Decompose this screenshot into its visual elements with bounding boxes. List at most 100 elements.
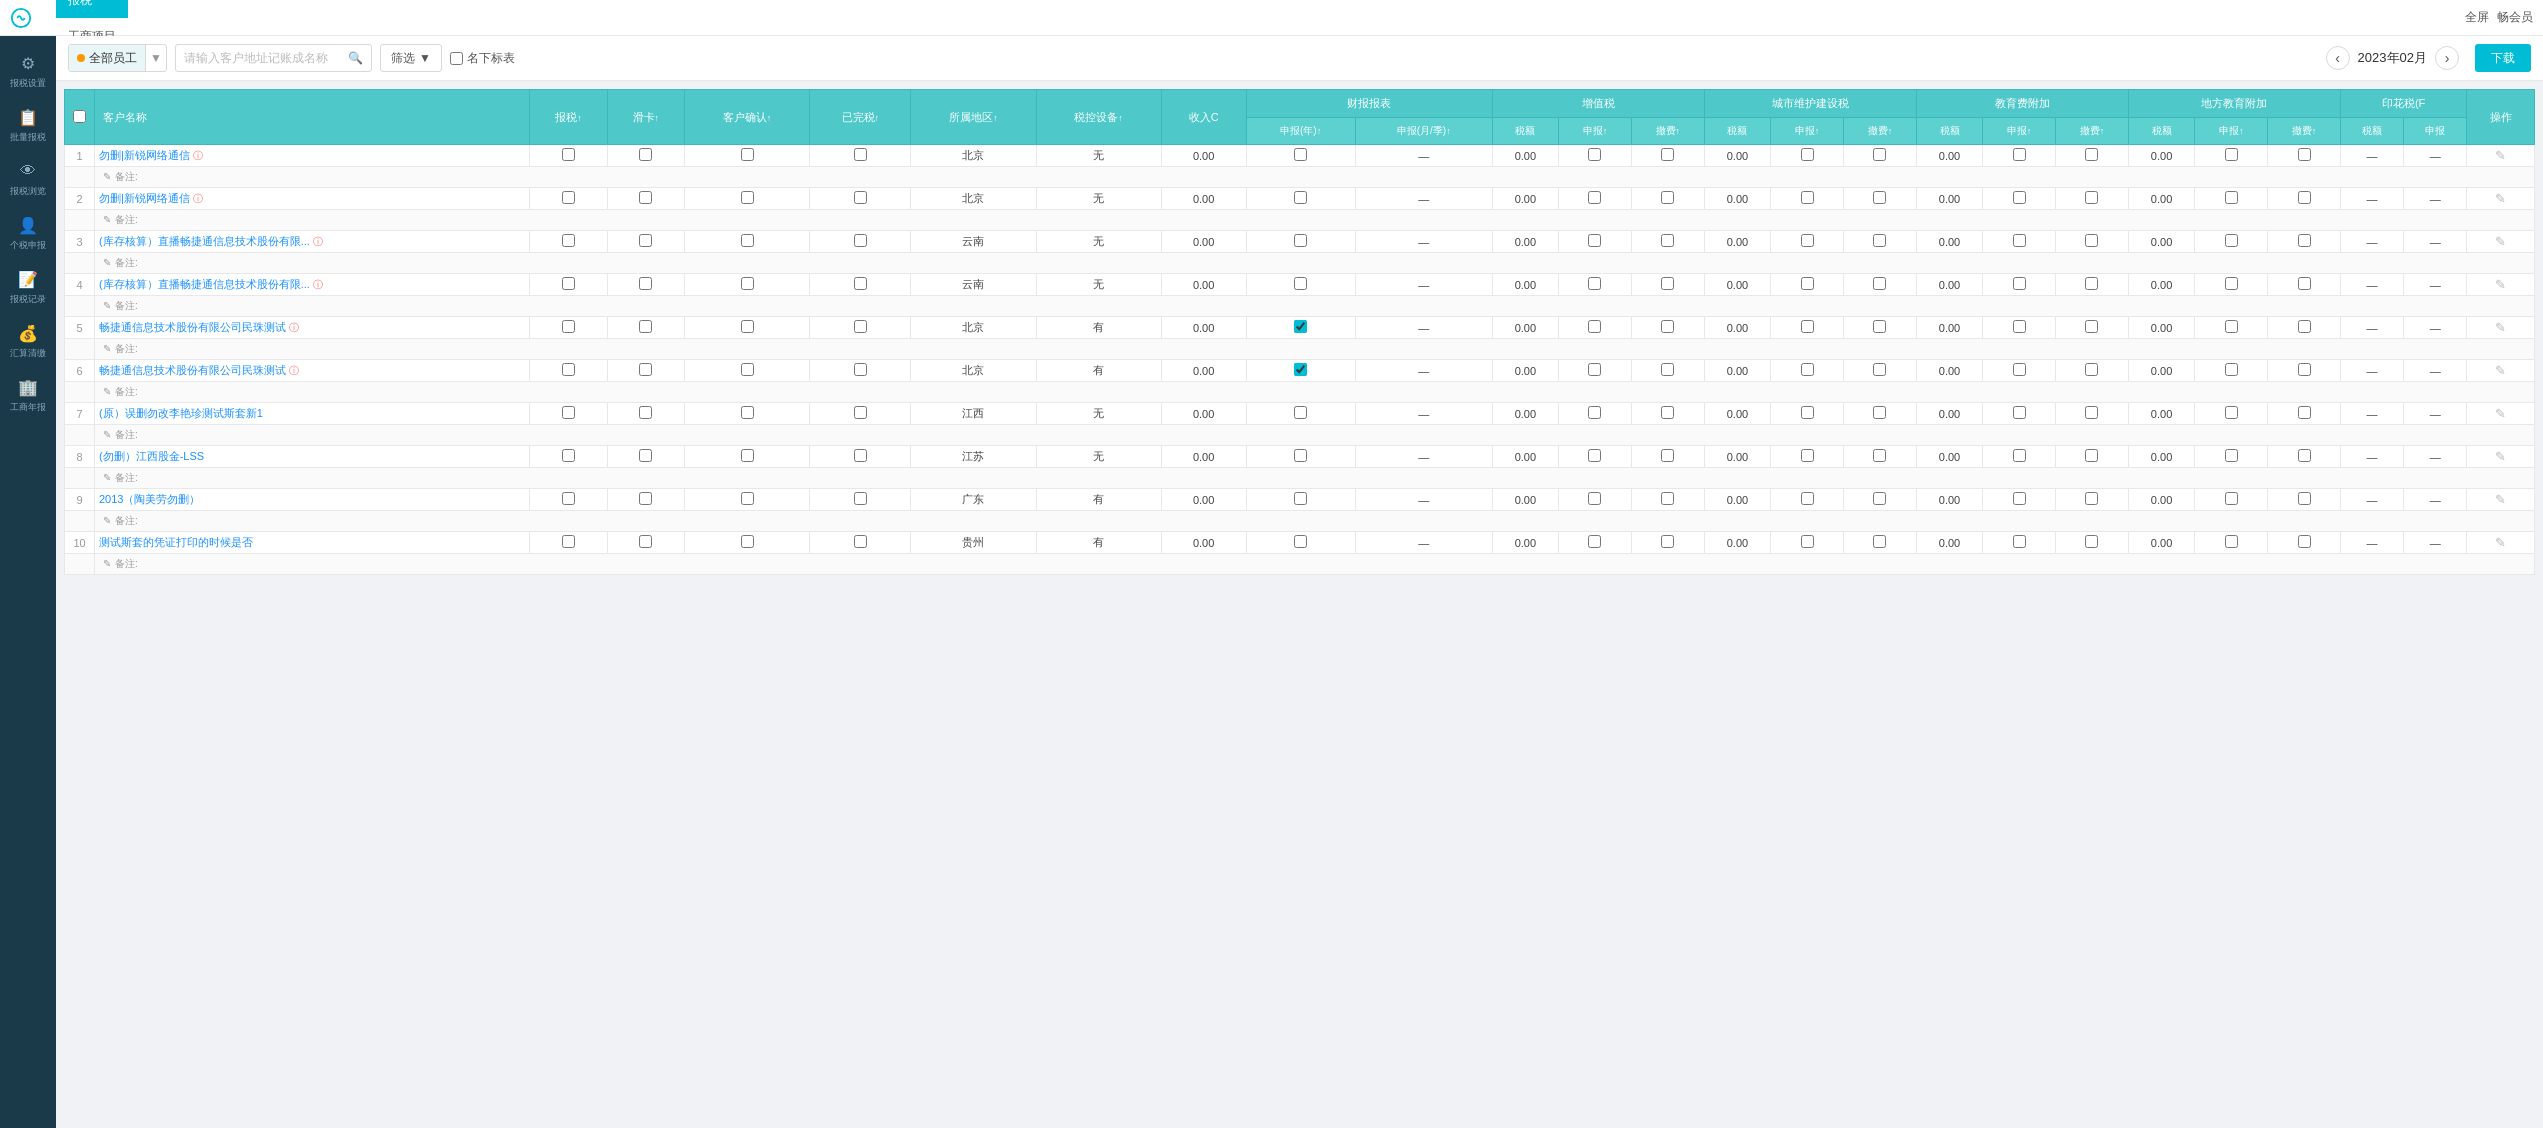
client-name[interactable]: (库存核算）直播畅捷通信息技术股份有限... ⓘ: [95, 231, 530, 253]
local-declare-checkbox[interactable]: [2225, 234, 2238, 247]
sidebar-item-1[interactable]: 📋批量报税: [0, 98, 56, 152]
edu-fee[interactable]: [2056, 317, 2129, 339]
city-declare-checkbox[interactable]: [1801, 234, 1814, 247]
slide-cell[interactable]: [607, 489, 684, 511]
select-all-checkbox[interactable]: [73, 110, 86, 123]
annual-cell[interactable]: [1246, 317, 1355, 339]
city-fee-checkbox[interactable]: [1873, 363, 1886, 376]
sidebar-item-5[interactable]: 💰汇算清缴: [0, 314, 56, 368]
slide-checkbox[interactable]: [639, 492, 652, 505]
vat-fee-checkbox[interactable]: [1661, 492, 1674, 505]
edit-icon[interactable]: ✎: [2495, 191, 2506, 206]
tax-checkbox[interactable]: [562, 320, 575, 333]
edu-declare[interactable]: [1983, 274, 2056, 296]
slide-checkbox[interactable]: [639, 148, 652, 161]
vat-fee-checkbox[interactable]: [1661, 277, 1674, 290]
vat-fee[interactable]: [1631, 360, 1704, 382]
city-fee[interactable]: [1843, 188, 1916, 210]
tax-cell[interactable]: [530, 446, 607, 468]
paid-checkbox[interactable]: [854, 277, 867, 290]
city-fee-checkbox[interactable]: [1873, 492, 1886, 505]
tax-checkbox[interactable]: [562, 191, 575, 204]
edu-fee-checkbox[interactable]: [2085, 535, 2098, 548]
city-declare-checkbox[interactable]: [1801, 363, 1814, 376]
filter-button[interactable]: 筛选 ▼: [380, 44, 442, 72]
tax-checkbox[interactable]: [562, 406, 575, 419]
city-fee-checkbox[interactable]: [1873, 191, 1886, 204]
city-declare[interactable]: [1771, 360, 1844, 382]
city-fee[interactable]: [1843, 145, 1916, 167]
edit-cell[interactable]: ✎: [2467, 446, 2535, 468]
local-declare-checkbox[interactable]: [2225, 148, 2238, 161]
confirm-checkbox[interactable]: [741, 449, 754, 462]
city-fee[interactable]: [1843, 532, 1916, 554]
annual-cell[interactable]: [1246, 274, 1355, 296]
confirm-checkbox[interactable]: [741, 234, 754, 247]
annual-cell[interactable]: [1246, 489, 1355, 511]
client-name[interactable]: 勿删|新锐网络通信 ⓘ: [95, 188, 530, 210]
local-fee-checkbox[interactable]: [2298, 535, 2311, 548]
paid-cell[interactable]: [810, 403, 911, 425]
local-fee[interactable]: [2268, 403, 2341, 425]
edu-declare-checkbox[interactable]: [2013, 277, 2026, 290]
city-declare[interactable]: [1771, 403, 1844, 425]
city-declare-checkbox[interactable]: [1801, 277, 1814, 290]
vat-declare[interactable]: [1558, 274, 1631, 296]
edu-fee[interactable]: [2056, 274, 2129, 296]
tax-cell[interactable]: [530, 188, 607, 210]
edu-fee-checkbox[interactable]: [2085, 277, 2098, 290]
city-declare[interactable]: [1771, 446, 1844, 468]
client-name[interactable]: 畅捷通信息技术股份有限公司民珠测试 ⓘ: [95, 360, 530, 382]
client-name[interactable]: 测试斯套的凭证打印的时候是否: [95, 532, 530, 554]
confirm-checkbox[interactable]: [741, 492, 754, 505]
city-fee-checkbox[interactable]: [1873, 148, 1886, 161]
vat-declare[interactable]: [1558, 446, 1631, 468]
edu-declare[interactable]: [1983, 446, 2056, 468]
tax-cell[interactable]: [530, 403, 607, 425]
annual-checkbox[interactable]: [1294, 148, 1307, 161]
edu-declare-checkbox[interactable]: [2013, 191, 2026, 204]
fullscreen-btn[interactable]: 全屏: [2465, 9, 2489, 26]
paid-checkbox[interactable]: [854, 406, 867, 419]
paid-checkbox[interactable]: [854, 363, 867, 376]
city-fee[interactable]: [1843, 446, 1916, 468]
edit-icon[interactable]: ✎: [2495, 277, 2506, 292]
city-declare-checkbox[interactable]: [1801, 320, 1814, 333]
local-fee-checkbox[interactable]: [2298, 277, 2311, 290]
local-declare-checkbox[interactable]: [2225, 535, 2238, 548]
paid-checkbox[interactable]: [854, 191, 867, 204]
vat-fee[interactable]: [1631, 489, 1704, 511]
vat-fee[interactable]: [1631, 231, 1704, 253]
edit-cell[interactable]: ✎: [2467, 403, 2535, 425]
paid-checkbox[interactable]: [854, 449, 867, 462]
city-declare[interactable]: [1771, 532, 1844, 554]
local-fee[interactable]: [2268, 317, 2341, 339]
edit-cell[interactable]: ✎: [2467, 532, 2535, 554]
vat-fee-checkbox[interactable]: [1661, 191, 1674, 204]
tax-cell[interactable]: [530, 532, 607, 554]
edit-icon[interactable]: ✎: [2495, 363, 2506, 378]
city-declare-checkbox[interactable]: [1801, 406, 1814, 419]
vat-fee-checkbox[interactable]: [1661, 320, 1674, 333]
vat-fee-checkbox[interactable]: [1661, 535, 1674, 548]
local-declare[interactable]: [2195, 360, 2268, 382]
paid-checkbox[interactable]: [854, 148, 867, 161]
confirm-cell[interactable]: [684, 145, 809, 167]
city-fee[interactable]: [1843, 403, 1916, 425]
local-declare-checkbox[interactable]: [2225, 191, 2238, 204]
slide-cell[interactable]: [607, 188, 684, 210]
vat-fee-checkbox[interactable]: [1661, 148, 1674, 161]
slide-checkbox[interactable]: [639, 234, 652, 247]
local-declare-checkbox[interactable]: [2225, 492, 2238, 505]
edu-declare-checkbox[interactable]: [2013, 535, 2026, 548]
local-fee[interactable]: [2268, 274, 2341, 296]
client-name[interactable]: (库存核算）直播畅捷通信息技术股份有限... ⓘ: [95, 274, 530, 296]
local-fee[interactable]: [2268, 360, 2341, 382]
vat-declare[interactable]: [1558, 360, 1631, 382]
city-fee[interactable]: [1843, 317, 1916, 339]
confirm-cell[interactable]: [684, 403, 809, 425]
edu-fee[interactable]: [2056, 446, 2129, 468]
slide-checkbox[interactable]: [639, 406, 652, 419]
edu-fee-checkbox[interactable]: [2085, 191, 2098, 204]
employee-filter[interactable]: 全部员工 ▼: [68, 44, 167, 72]
